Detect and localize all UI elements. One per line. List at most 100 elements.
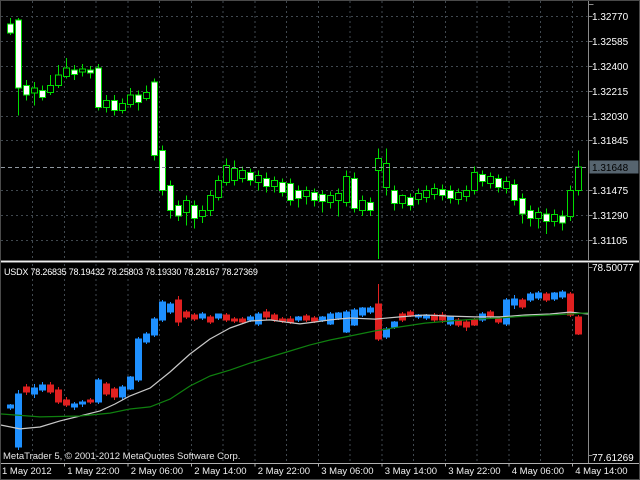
candle-body: [512, 299, 518, 305]
chart-canvas[interactable]: 1.327701.325851.324001.322151.320301.318…: [0, 0, 640, 480]
candle-body: [184, 312, 190, 317]
candle-body: [240, 319, 246, 322]
candlestick: [96, 64, 102, 110]
candle-body: [64, 68, 70, 76]
candle-body: [520, 199, 526, 214]
candle-body: [192, 206, 198, 219]
candle-body: [168, 186, 174, 211]
candle-body: [16, 394, 22, 447]
candle-body: [296, 191, 302, 199]
candle-body: [256, 314, 262, 324]
candle-body: [216, 314, 222, 318]
candle-body: [536, 213, 542, 219]
candlestick: [568, 186, 574, 221]
candlestick: [152, 78, 158, 160]
candle-body: [248, 317, 254, 320]
usdx-candlestick: [136, 337, 142, 382]
candle-body: [128, 95, 134, 104]
candle-body: [216, 181, 222, 198]
candlestick: [352, 173, 358, 213]
candle-body: [424, 191, 430, 198]
candle-body: [72, 70, 78, 74]
candle-body: [376, 304, 382, 339]
candle-body: [328, 314, 334, 324]
candle-body: [344, 177, 350, 203]
candle-body: [440, 190, 446, 196]
candle-body: [232, 319, 238, 321]
candle-body: [464, 322, 470, 327]
candle-body: [48, 385, 54, 392]
candle-body: [120, 103, 126, 110]
candle-body: [464, 191, 470, 197]
usdx-candlestick: [328, 312, 334, 325]
candle-body: [520, 300, 526, 307]
usdx-candlestick: [360, 307, 366, 317]
usdx-candlestick: [104, 382, 110, 396]
candle-body: [56, 75, 62, 85]
candle-body: [320, 195, 326, 202]
time-axis-label: 4 May 14:00: [575, 466, 627, 477]
candle-body: [208, 317, 214, 322]
usdx-candlestick: [144, 332, 150, 344]
price-axis-label: 1.32030: [592, 112, 629, 123]
candle-body: [144, 334, 150, 342]
candle-body: [312, 318, 318, 321]
candle-body: [104, 100, 110, 107]
candle-body: [272, 181, 278, 187]
time-axis-label: 2 May 22:00: [258, 466, 310, 477]
candle-body: [8, 405, 14, 408]
candle-body: [160, 302, 166, 320]
candle-body: [488, 177, 494, 184]
candle-body: [256, 176, 262, 183]
price-axis-label: 1.31290: [592, 211, 629, 222]
candle-body: [240, 171, 246, 179]
candle-body: [8, 24, 14, 33]
candle-body: [552, 293, 558, 299]
candle-body: [496, 319, 502, 322]
usdx-candlestick: [344, 310, 350, 333]
candle-body: [304, 316, 310, 320]
candle-body: [136, 339, 142, 380]
candle-body: [200, 314, 206, 318]
candle-body: [128, 377, 134, 389]
candle-body: [296, 317, 302, 320]
candle-body: [40, 90, 46, 97]
candle-body: [264, 179, 270, 187]
price-axis-label: 1.32585: [592, 37, 629, 48]
price-axis-label: 1.32400: [592, 62, 629, 73]
usdx-candlestick: [176, 296, 182, 326]
candle-body: [264, 312, 270, 317]
candle-body: [88, 70, 94, 73]
candle-body: [552, 215, 558, 222]
price-axis-label: 1.31845: [592, 136, 629, 147]
time-axis-label: 2 May 06:00: [131, 466, 183, 477]
candle-body: [88, 400, 94, 402]
current-price-box: 1.31648: [590, 161, 639, 175]
metatrader-window: 1.327701.325851.324001.322151.320301.318…: [0, 0, 640, 480]
indicator-scale-label: 78.50077: [592, 263, 634, 274]
usdx-candlestick: [96, 378, 102, 404]
candle-body: [288, 319, 294, 322]
candle-body: [544, 214, 550, 222]
candle-body: [96, 68, 102, 107]
candle-body: [304, 191, 310, 197]
candle-body: [32, 88, 38, 93]
time-axis-label: 4 May 06:00: [512, 466, 564, 477]
candle-body: [416, 194, 422, 200]
candle-body: [272, 315, 278, 320]
candle-body: [200, 211, 206, 217]
time-axis-label: 3 May 14:00: [385, 466, 437, 477]
candle-body: [56, 390, 62, 402]
time-axis-label: 2 May 14:00: [194, 466, 246, 477]
time-axis-label: 1 May 22:00: [67, 466, 119, 477]
usdx-candlestick: [576, 315, 582, 335]
candle-body: [368, 203, 374, 211]
current-price-label: 1.31648: [592, 163, 629, 174]
panel-separator[interactable]: [0, 261, 640, 263]
candle-body: [40, 385, 46, 390]
candle-body: [528, 211, 534, 219]
candle-body: [184, 201, 190, 213]
candle-body: [72, 404, 78, 407]
candle-body: [560, 292, 566, 297]
candle-body: [352, 310, 358, 325]
